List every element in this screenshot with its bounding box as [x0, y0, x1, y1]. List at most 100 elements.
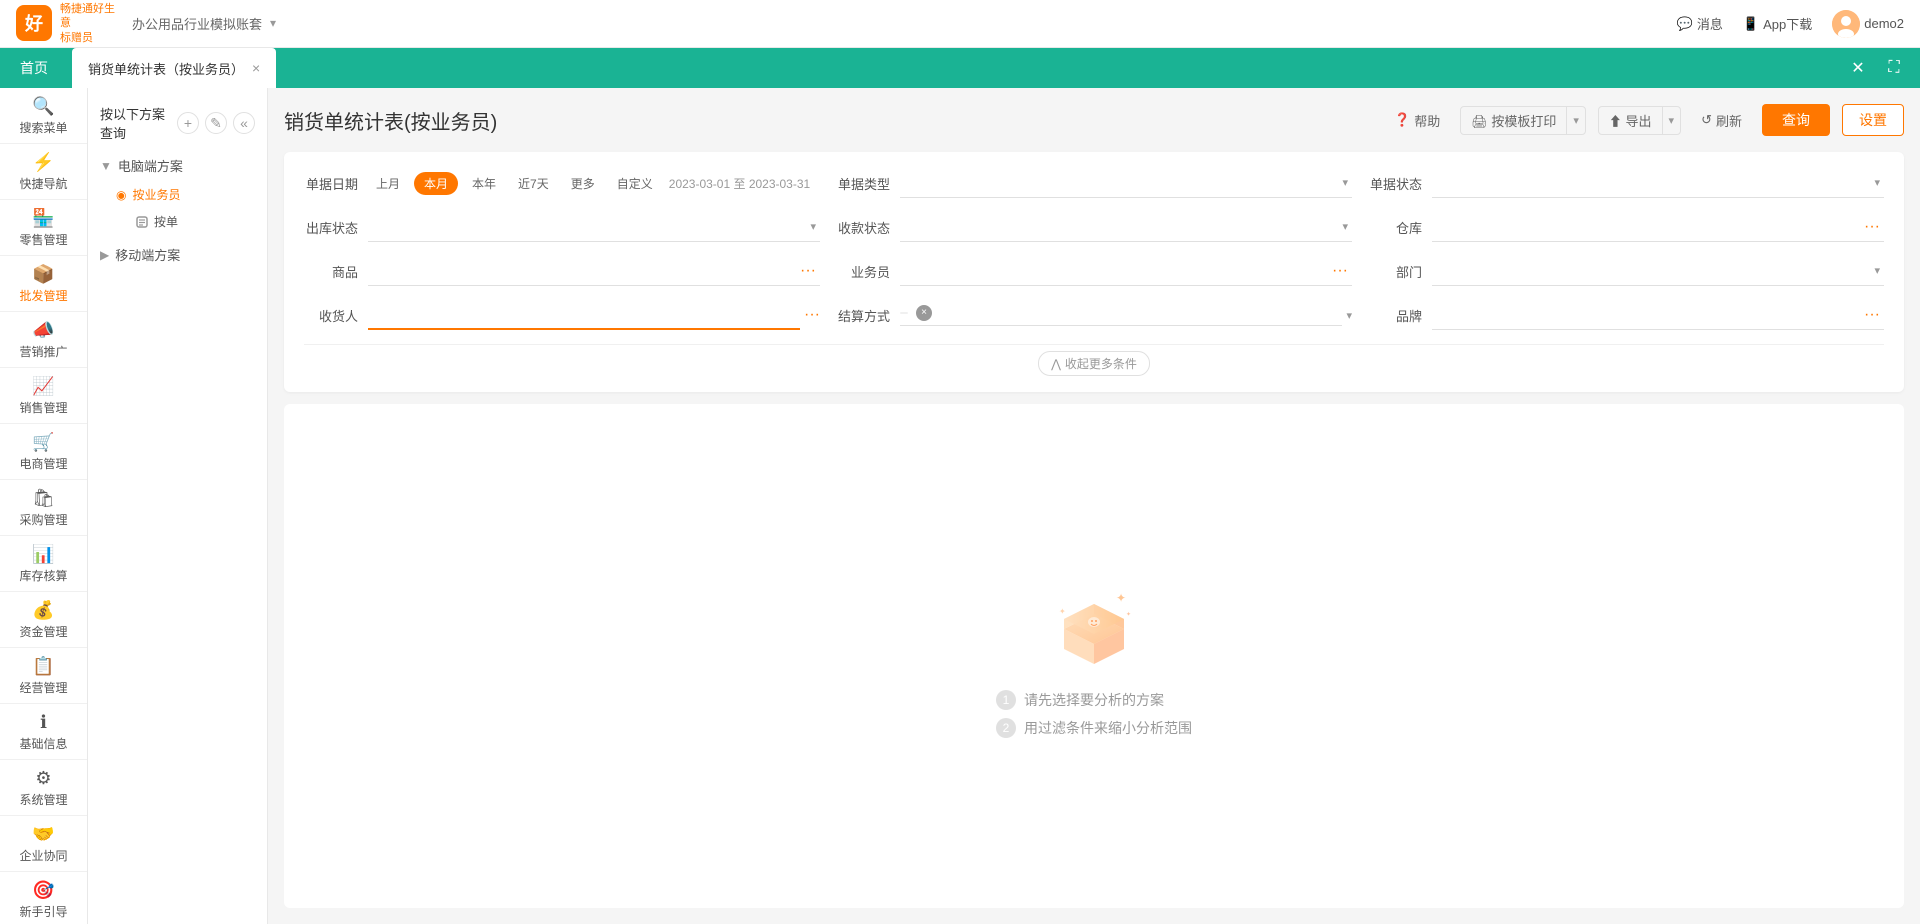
scheme-by-order-label: 按单 [154, 213, 178, 230]
sidebar-item-sales[interactable]: 📈 销售管理 [0, 368, 87, 424]
department-select[interactable]: ▾ [1432, 256, 1884, 286]
settings-btn[interactable]: 设置 [1842, 104, 1904, 136]
help-label: 帮助 [1414, 111, 1440, 130]
brand-label: 品牌 [1368, 306, 1422, 325]
filter-item-date: 单据日期 上月 本月 本年 近7天 更多 自定义 2023-03-01 至 20… [304, 172, 820, 195]
svg-text:✦: ✦ [1126, 611, 1131, 618]
app-download-btn[interactable]: 📱 App下载 [1743, 14, 1812, 33]
top-bar-right: 💬 消息 📱 App下载 demo2 [1677, 10, 1904, 38]
user-area[interactable]: demo2 [1832, 10, 1904, 38]
mobile-section[interactable]: ▶ 移动端方案 [88, 239, 267, 270]
pc-expand-arrow: ▼ [100, 159, 112, 173]
print-btn[interactable]: 🖨 按模板打印 [1461, 107, 1567, 134]
avatar [1832, 10, 1860, 38]
sidebar-item-search[interactable]: 🔍 搜索菜单 [0, 88, 87, 144]
date-more-btn[interactable]: 更多 [563, 172, 603, 195]
export-btn[interactable]: ⬆ 导出 [1599, 107, 1663, 134]
print-dropdown-btn[interactable]: ▾ [1567, 110, 1585, 131]
sidebar-item-ecommerce[interactable]: 🛒 电商管理 [0, 424, 87, 480]
sidebar-item-quicknav[interactable]: ⚡ 快捷导航 [0, 144, 87, 200]
page-header: 销货单统计表(按业务员) ❓ 帮助 🖨 按模板打印 ▾ [284, 104, 1904, 136]
query-btn[interactable]: 查询 [1762, 104, 1830, 136]
sidebar-item-collaboration-label: 企业协同 [19, 847, 67, 864]
add-scheme-btn[interactable]: + [177, 112, 199, 134]
right-content: 销货单统计表(按业务员) ❓ 帮助 🖨 按模板打印 ▾ [268, 88, 1920, 924]
top-bar: 好 畅捷通好生意 标赠员 办公用品行业模拟账套 ▾ 💬 消息 📱 App下载 d… [0, 0, 1920, 48]
date-custom-btn[interactable]: 自定义 [609, 172, 661, 195]
payment-select[interactable]: ▾ [900, 212, 1352, 242]
sidebar-item-guide[interactable]: 🎯 新手引导 [0, 872, 87, 924]
date-recent7-btn[interactable]: 近7天 [510, 172, 557, 195]
receiver-dots[interactable]: ··· [804, 306, 820, 324]
refresh-btn[interactable]: ↺ 刷新 [1693, 107, 1750, 134]
tab-close-btn[interactable]: × [252, 60, 260, 76]
date-prev-month-btn[interactable]: 上月 [368, 172, 408, 195]
doctype-select[interactable]: ▾ [900, 168, 1352, 198]
help-btn[interactable]: ❓ 帮助 [1386, 107, 1448, 134]
delivery-control: ▾ [368, 212, 820, 242]
receiver-label: 收货人 [304, 306, 358, 325]
sidebar-item-purchase[interactable]: 🛍 采购管理 [0, 480, 87, 536]
empty-tips: 1 请先选择要分析的方案 2 用过滤条件来缩小分析范围 [996, 690, 1192, 738]
salesperson-dots[interactable]: ··· [1332, 262, 1348, 280]
sidebar-item-collaboration[interactable]: 🤝 企业协同 [0, 816, 87, 872]
tab-active[interactable]: 销货单统计表（按业务员） × [72, 48, 276, 88]
filter-item-brand: 品牌 ··· [1368, 300, 1884, 330]
pc-section[interactable]: ▼ 电脑端方案 [88, 150, 267, 181]
sidebar-item-system[interactable]: ⚙ 系统管理 [0, 760, 87, 816]
sidebar-item-inventory-label: 库存核算 [19, 567, 67, 584]
doctype-control: ▾ [900, 168, 1352, 198]
settle-tag-control[interactable]: × [900, 305, 1342, 326]
maximize-icon: ⛶ [1888, 59, 1899, 77]
docstatus-select[interactable]: ▾ [1432, 168, 1884, 198]
empty-icon-area: ✦ ✦ ✦ [1044, 574, 1144, 674]
export-dropdown-btn[interactable]: ▾ [1663, 110, 1681, 131]
scheme-by-order[interactable]: 按单 [116, 208, 267, 235]
warehouse-select[interactable]: ··· [1432, 212, 1884, 242]
filter-item-warehouse: 仓库 ··· [1368, 212, 1884, 242]
date-this-year-btn[interactable]: 本年 [464, 172, 504, 195]
sidebar-item-finance[interactable]: 💰 资金管理 [0, 592, 87, 648]
top-bar-left: 好 畅捷通好生意 标赠员 办公用品行业模拟账套 ▾ [16, 2, 276, 45]
sidebar-item-inventory[interactable]: 📊 库存核算 [0, 536, 87, 592]
settle-tag-close-btn[interactable]: × [916, 305, 932, 321]
filter-item-settlement: 结算方式 × ▾ [836, 305, 1352, 326]
breadcrumb-dropdown-icon[interactable]: ▾ [270, 16, 276, 30]
brand-select[interactable]: ··· [1432, 300, 1884, 330]
collapse-label: 收起更多条件 [1065, 355, 1137, 372]
sidebar-item-marketing[interactable]: 📣 营销推广 [0, 312, 87, 368]
receiver-control: ··· [368, 300, 820, 330]
filter-row-2: 出库状态 ▾ 收款状态 ▾ [304, 212, 1884, 242]
purchase-icon: 🛍 [32, 488, 55, 509]
filter-row-3: 商品 ··· 业务员 ··· [304, 256, 1884, 286]
filter-item-department: 部门 ▾ [1368, 256, 1884, 286]
tab-close-all-btn[interactable]: ✕ [1844, 54, 1872, 82]
department-control: ▾ [1432, 256, 1884, 286]
edit-scheme-btn[interactable]: ✎ [205, 112, 227, 134]
tab-maximize-btn[interactable]: ⛶ [1880, 54, 1908, 82]
receiver-input[interactable] [368, 300, 800, 330]
scheme-by-salesperson[interactable]: ◉ 按业务员 [116, 181, 267, 208]
sidebar-item-operations[interactable]: 📋 经营管理 [0, 648, 87, 704]
quicknav-icon: ⚡ [32, 152, 54, 173]
logo-icon: 好 [16, 5, 52, 41]
collapse-panel-btn[interactable]: « [233, 112, 255, 134]
sidebar-item-wholesale[interactable]: 📦 批发管理 [0, 256, 87, 312]
sidebar-item-basicinfo[interactable]: ℹ 基础信息 [0, 704, 87, 760]
goods-label: 商品 [304, 262, 358, 281]
tab-home[interactable]: 首页 [0, 48, 68, 88]
goods-select[interactable]: ··· [368, 256, 820, 286]
date-this-month-btn[interactable]: 本月 [414, 172, 458, 195]
refresh-label: 刷新 [1716, 111, 1742, 130]
collapse-btn[interactable]: ⋀ 收起更多条件 [1038, 351, 1150, 376]
app-download-label: App下载 [1763, 14, 1812, 33]
goods-dots[interactable]: ··· [800, 262, 816, 280]
message-btn[interactable]: 💬 消息 [1677, 14, 1723, 33]
salesperson-select[interactable]: ··· [900, 256, 1352, 286]
sidebar-item-retail[interactable]: 🏪 零售管理 [0, 200, 87, 256]
delivery-select[interactable]: ▾ [368, 212, 820, 242]
payment-arrow: ▾ [1342, 220, 1348, 233]
brand-dots[interactable]: ··· [1864, 306, 1880, 324]
wholesale-icon: 📦 [32, 264, 54, 285]
warehouse-dots[interactable]: ··· [1864, 218, 1880, 236]
